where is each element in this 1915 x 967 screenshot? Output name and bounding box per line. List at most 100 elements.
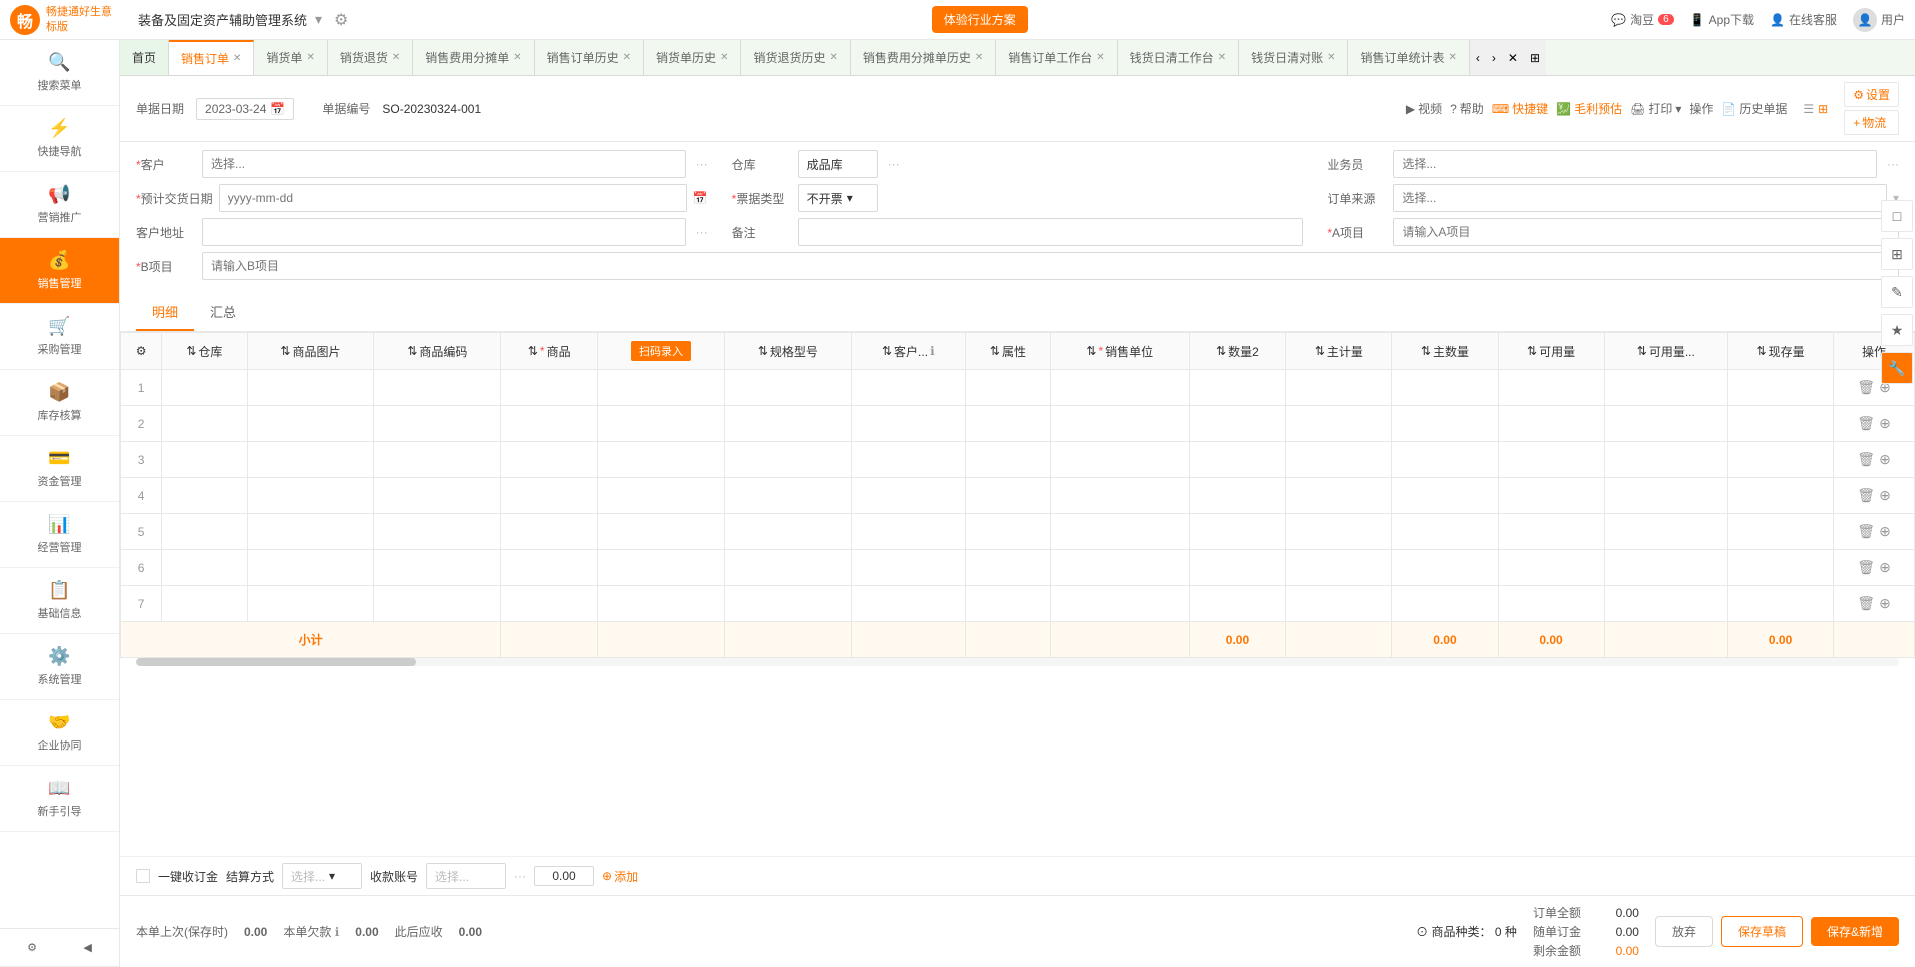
sidebar-item-marketing[interactable]: 📢 营销推广 — [0, 172, 119, 238]
layout-list-icon[interactable]: ☰ — [1803, 102, 1814, 116]
col-product-image[interactable]: ⇅商品图片 — [247, 333, 374, 370]
tab-order-history[interactable]: 销售订单历史 ✕ — [535, 40, 644, 75]
tab-expense-split[interactable]: 销售费用分摊单 ✕ — [413, 40, 534, 75]
col-attribute[interactable]: ⇅属性 — [965, 333, 1050, 370]
col-customer-ref[interactable]: ⇅客户...ℹ — [851, 333, 965, 370]
sidebar-item-search[interactable]: 🔍 搜索菜单 — [0, 40, 119, 106]
salesperson-input[interactable] — [1393, 150, 1877, 178]
tab-return-history[interactable]: 销货退货历史 ✕ — [741, 40, 850, 75]
col-stock[interactable]: ⇅现存量 — [1728, 333, 1834, 370]
tab-sales-order[interactable]: 销售订单 ✕ — [169, 40, 254, 75]
delivery-date-input[interactable] — [219, 184, 687, 212]
payment-amount[interactable]: 0.00 — [534, 866, 594, 886]
address-expand-icon[interactable]: ··· — [696, 225, 708, 239]
customer-address-input[interactable] — [202, 218, 686, 246]
col-settings[interactable]: ⚙ — [121, 333, 162, 370]
notification-item[interactable]: 💬 淘豆 6 — [1611, 11, 1674, 28]
col-available2[interactable]: ⇅可用量... — [1604, 333, 1727, 370]
tab-home[interactable]: 首页 — [120, 40, 169, 75]
a-project-input[interactable] — [1393, 218, 1899, 246]
row-copy-btn[interactable]: ⊕ — [1879, 415, 1891, 432]
tab-sales-return-close[interactable]: ✕ — [392, 52, 400, 63]
help-btn[interactable]: ? 帮助 — [1450, 100, 1484, 117]
shortcut-btn[interactable]: ⌨ 快捷键 — [1492, 100, 1548, 117]
tab-stats[interactable]: 销售订单统计表 ✕ — [1348, 40, 1469, 75]
col-product-code[interactable]: ⇅商品编码 — [374, 333, 501, 370]
operations-btn[interactable]: 操作 — [1689, 100, 1713, 117]
row-delete-btn[interactable]: 🗑 — [1857, 559, 1875, 576]
customer-input[interactable] — [202, 150, 686, 178]
sidebar-item-guide[interactable]: 📖 新手引导 — [0, 766, 119, 832]
sidebar-item-base-info[interactable]: 📋 基础信息 — [0, 568, 119, 634]
app-download-item[interactable]: 📱 App下载 — [1690, 11, 1754, 28]
col-available[interactable]: ⇅可用量 — [1498, 333, 1604, 370]
tab-sales-slip-close[interactable]: ✕ — [306, 52, 314, 63]
tab-slip-history[interactable]: 销货单历史 ✕ — [644, 40, 741, 75]
row-delete-btn[interactable]: 🗑 — [1857, 595, 1875, 612]
sidebar-item-purchase[interactable]: 🛒 采购管理 — [0, 304, 119, 370]
history-orders-btn[interactable]: 📄 历史单据 — [1721, 100, 1787, 117]
tab-sales-order-close[interactable]: ✕ — [233, 53, 241, 64]
doc-date-field[interactable]: 2023-03-24 📅 — [196, 98, 294, 120]
save-new-button[interactable]: 保存&新增 — [1811, 917, 1899, 946]
settings-icon[interactable]: ⚙ — [334, 10, 348, 30]
sub-tab-detail[interactable]: 明细 — [136, 294, 194, 331]
col-scan[interactable]: 扫码录入 — [598, 333, 725, 370]
float-btn-3[interactable]: ✎ — [1881, 276, 1913, 308]
tab-credit-reconcile[interactable]: 钱货日清对账 ✕ — [1239, 40, 1348, 75]
horizontal-scrollbar[interactable] — [136, 658, 1899, 666]
float-btn-1[interactable]: □ — [1881, 200, 1913, 232]
scan-button[interactable]: 扫码录入 — [631, 341, 691, 361]
sidebar-item-finance[interactable]: 💳 资金管理 — [0, 436, 119, 502]
sub-tab-summary[interactable]: 汇总 — [194, 294, 252, 331]
quick-settlement-checkbox[interactable] — [136, 869, 150, 883]
layout-grid-icon[interactable]: ⊞ — [1818, 102, 1828, 116]
col-product[interactable]: ⇅*商品 — [501, 333, 598, 370]
account-select[interactable]: 选择... — [426, 863, 506, 889]
tab-credit-daily[interactable]: 钱货日清工作台 ✕ — [1118, 40, 1239, 75]
save-draft-button[interactable]: 保存草稿 — [1721, 916, 1803, 947]
row-copy-btn[interactable]: ⊕ — [1879, 595, 1891, 612]
row-copy-btn[interactable]: ⊕ — [1879, 451, 1891, 468]
industry-plan-button[interactable]: 体验行业方案 — [932, 6, 1028, 33]
settlement-method-select[interactable]: 选择... ▾ — [282, 863, 362, 889]
tab-prev-button[interactable]: ‹ — [1470, 40, 1486, 75]
tab-menu-button[interactable]: ⊞ — [1524, 40, 1546, 75]
col-sales-unit[interactable]: ⇅*销售单位 — [1051, 333, 1190, 370]
col-main-qty[interactable]: ⇅主数量 — [1392, 333, 1498, 370]
row-delete-btn[interactable]: 🗑 — [1857, 451, 1875, 468]
col-warehouse[interactable]: ⇅仓库 — [162, 333, 247, 370]
row-delete-btn[interactable]: 🗑 — [1857, 487, 1875, 504]
sidebar-item-system[interactable]: ⚙️ 系统管理 — [0, 634, 119, 700]
discard-button[interactable]: 放弃 — [1655, 916, 1713, 947]
online-service-item[interactable]: 👤 在线客服 — [1770, 11, 1837, 28]
col-main-uom[interactable]: ⇅主计量 — [1286, 333, 1392, 370]
settings-button[interactable]: ⚙ 设置 — [1844, 82, 1899, 107]
sidebar-item-operations[interactable]: 📊 经营管理 — [0, 502, 119, 568]
b-project-input[interactable] — [202, 252, 1899, 280]
delivery-calendar-icon[interactable]: 📅 — [693, 191, 708, 205]
warehouse-expand-icon[interactable]: ··· — [888, 157, 900, 171]
payment-dots-icon[interactable]: ··· — [514, 869, 526, 883]
sidebar-settings[interactable]: ⚙ ◀ — [0, 929, 119, 967]
sidebar-item-sales[interactable]: 💰 销售管理 — [0, 238, 119, 304]
sidebar-item-enterprise[interactable]: 🤝 企业协同 — [0, 700, 119, 766]
row-delete-btn[interactable]: 🗑 — [1857, 523, 1875, 540]
invoice-type-select[interactable]: 不开票 ▾ — [798, 184, 878, 212]
profit-forecast-btn[interactable]: 💹 毛利预估 — [1556, 100, 1622, 117]
sidebar-item-quick-nav[interactable]: ⚡ 快捷导航 — [0, 106, 119, 172]
row-copy-btn[interactable]: ⊕ — [1879, 487, 1891, 504]
tab-workbench[interactable]: 销售订单工作台 ✕ — [996, 40, 1117, 75]
float-btn-2[interactable]: ⊞ — [1881, 238, 1913, 270]
tab-close-all-button[interactable]: ✕ — [1502, 40, 1524, 75]
tab-sales-slip[interactable]: 销货单 ✕ — [254, 40, 327, 75]
row-copy-btn[interactable]: ⊕ — [1879, 559, 1891, 576]
salesperson-expand-icon[interactable]: ··· — [1887, 157, 1899, 171]
float-btn-5[interactable]: 🔧 — [1881, 352, 1913, 384]
user-item[interactable]: 👤 用户 — [1853, 8, 1905, 32]
tab-next-button[interactable]: › — [1486, 40, 1502, 75]
sidebar-collapse-icon[interactable]: ◀ — [83, 941, 91, 954]
tab-expense-split-close[interactable]: ✕ — [513, 52, 521, 63]
logistics-button[interactable]: + 物流 — [1844, 110, 1899, 135]
warehouse-value[interactable]: 成品库 — [798, 150, 878, 178]
